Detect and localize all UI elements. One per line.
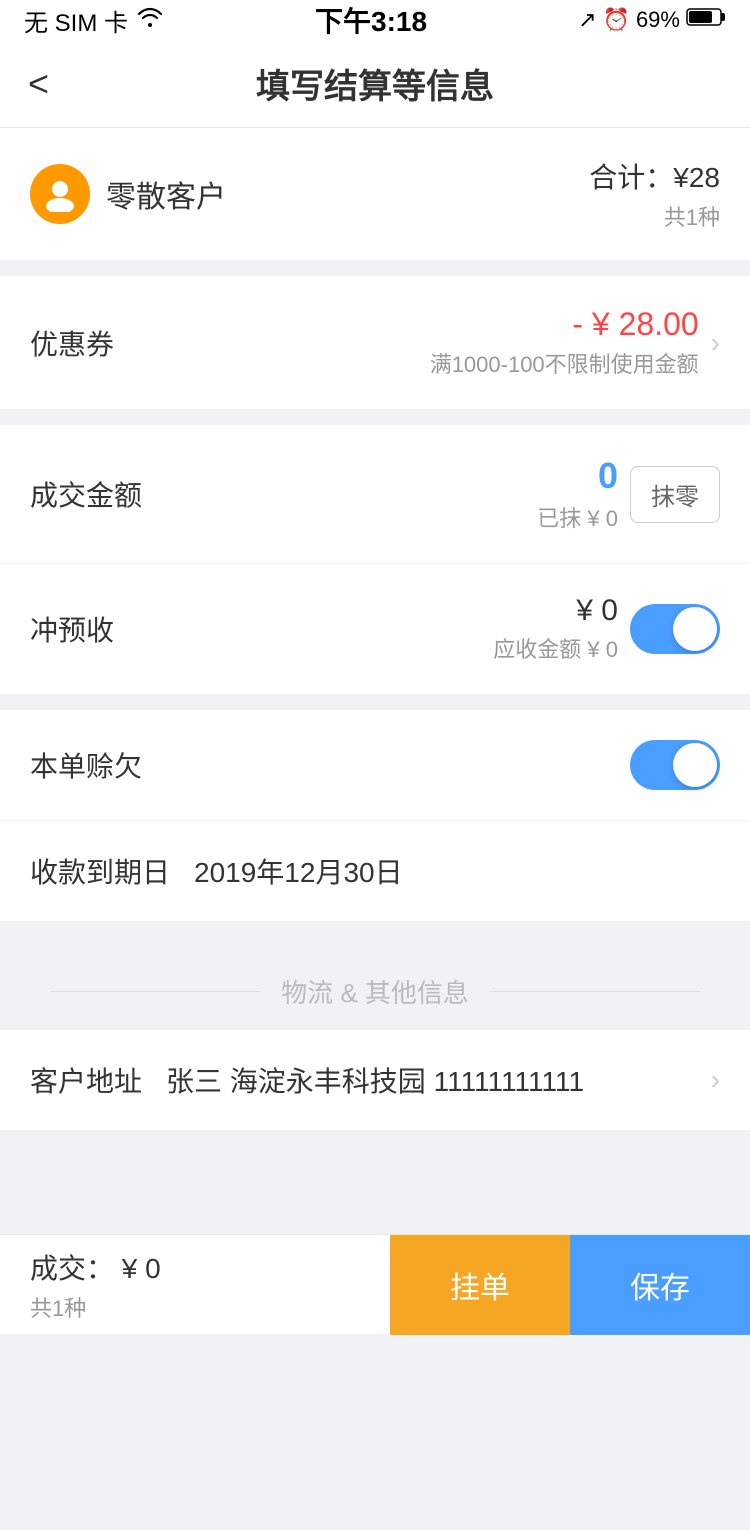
save-button[interactable]: 保存 bbox=[570, 1235, 750, 1335]
address-section: 客户地址 张三 海淀永丰科技园 11111111111 › bbox=[0, 1030, 750, 1130]
divider-1 bbox=[0, 260, 750, 276]
prepay-text: ¥ 0 应收金额 ¥ 0 bbox=[493, 594, 618, 664]
logistics-label: 物流 & 其他信息 bbox=[281, 973, 469, 1010]
divider-4 bbox=[0, 921, 750, 937]
due-date-value[interactable]: 2019年12月30日 bbox=[194, 851, 403, 891]
prepay-right: ¥ 0 应收金额 ¥ 0 bbox=[493, 594, 720, 664]
prepay-row: 冲预收 ¥ 0 应收金额 ¥ 0 bbox=[0, 564, 750, 694]
credit-row: 本单赊欠 bbox=[0, 710, 750, 821]
coupon-right: - ¥ 28.00 满1000-100不限制使用金额 › bbox=[430, 306, 720, 379]
transaction-sub: 已抹 ¥ 0 bbox=[537, 501, 618, 533]
bottom-bar: 成交： ¥ 0 共1种 挂单 保存 bbox=[0, 1234, 750, 1334]
credit-label: 本单赊欠 bbox=[30, 745, 142, 785]
address-row[interactable]: 客户地址 张三 海淀永丰科技园 11111111111 › bbox=[0, 1030, 750, 1130]
transaction-section: 成交金额 0 已抹 ¥ 0 抹零 冲预收 ¥ 0 应收金额 ¥ 0 bbox=[0, 425, 750, 694]
status-left: 无 SIM 卡 bbox=[24, 3, 164, 38]
transaction-text: 0 已抹 ¥ 0 bbox=[537, 455, 618, 533]
status-time: 下午3:18 bbox=[315, 0, 427, 40]
nav-bar: < 填写结算等信息 bbox=[0, 40, 750, 128]
logistics-section-header: 物流 & 其他信息 bbox=[0, 953, 750, 1030]
due-date-label: 收款到期日 bbox=[30, 851, 170, 891]
location-icon: ↗ bbox=[578, 7, 596, 33]
status-bar: 无 SIM 卡 下午3:18 ↗ ⏰ 69% bbox=[0, 0, 750, 40]
alarm-icon: ⏰ bbox=[603, 7, 630, 33]
credit-toggle-thumb bbox=[673, 743, 717, 787]
status-right: ↗ ⏰ 69% bbox=[578, 7, 726, 33]
address-value: 张三 海淀永丰科技园 11111111111 bbox=[166, 1060, 711, 1100]
toggle-thumb bbox=[673, 607, 717, 651]
customer-section: 零散客户 合计：¥28 共1种 bbox=[0, 128, 750, 260]
credit-toggle[interactable] bbox=[630, 740, 720, 790]
round-zero-button[interactable]: 抹零 bbox=[630, 466, 720, 523]
bottom-summary-count: 共1种 bbox=[30, 1291, 360, 1323]
customer-left: 零散客户 bbox=[30, 164, 226, 224]
carrier-label: 无 SIM 卡 bbox=[24, 3, 128, 38]
customer-total-count: 共1种 bbox=[589, 200, 720, 232]
divider-2 bbox=[0, 409, 750, 425]
prepay-toggle[interactable] bbox=[630, 604, 720, 654]
back-button[interactable]: < bbox=[28, 63, 49, 105]
coupon-label: 优惠券 bbox=[30, 323, 114, 363]
coupon-description: 满1000-100不限制使用金额 bbox=[430, 347, 699, 379]
credit-section: 本单赊欠 收款到期日 2019年12月30日 bbox=[0, 710, 750, 921]
battery-icon bbox=[686, 7, 726, 33]
coupon-text: - ¥ 28.00 满1000-100不限制使用金额 bbox=[430, 306, 699, 379]
coupon-section: 优惠券 - ¥ 28.00 满1000-100不限制使用金额 › bbox=[0, 276, 750, 409]
pending-button[interactable]: 挂单 bbox=[390, 1235, 570, 1335]
customer-avatar bbox=[30, 164, 90, 224]
battery-label: 69% bbox=[636, 7, 680, 33]
bottom-summary-amount: 成交： ¥ 0 bbox=[30, 1247, 360, 1287]
transaction-right: 0 已抹 ¥ 0 抹零 bbox=[537, 455, 720, 533]
prepay-amount: ¥ 0 bbox=[493, 594, 618, 628]
customer-total-amount: 合计：¥28 bbox=[589, 156, 720, 196]
credit-right bbox=[630, 740, 720, 790]
transaction-row: 成交金额 0 已抹 ¥ 0 抹零 bbox=[0, 425, 750, 564]
logistics-divider-right bbox=[489, 991, 700, 992]
transaction-label: 成交金额 bbox=[30, 474, 142, 514]
transaction-value[interactable]: 0 bbox=[537, 455, 618, 497]
logistics-divider-left bbox=[50, 991, 261, 992]
address-chevron-icon: › bbox=[711, 1064, 720, 1096]
customer-name: 零散客户 bbox=[106, 172, 226, 216]
bottom-summary: 成交： ¥ 0 共1种 bbox=[0, 1247, 390, 1323]
customer-total: 合计：¥28 共1种 bbox=[589, 156, 720, 232]
due-date-row: 收款到期日 2019年12月30日 bbox=[0, 821, 750, 921]
coupon-row[interactable]: 优惠券 - ¥ 28.00 满1000-100不限制使用金额 › bbox=[0, 276, 750, 409]
coupon-amount: - ¥ 28.00 bbox=[430, 306, 699, 343]
prepay-label: 冲预收 bbox=[30, 609, 114, 649]
wifi-icon bbox=[136, 6, 164, 34]
page-title: 填写结算等信息 bbox=[256, 59, 494, 108]
address-label: 客户地址 bbox=[30, 1060, 142, 1100]
chevron-right-icon: › bbox=[711, 327, 720, 359]
customer-row: 零散客户 合计：¥28 共1种 bbox=[0, 128, 750, 260]
prepay-sub: 应收金额 ¥ 0 bbox=[493, 632, 618, 664]
divider-3 bbox=[0, 694, 750, 710]
